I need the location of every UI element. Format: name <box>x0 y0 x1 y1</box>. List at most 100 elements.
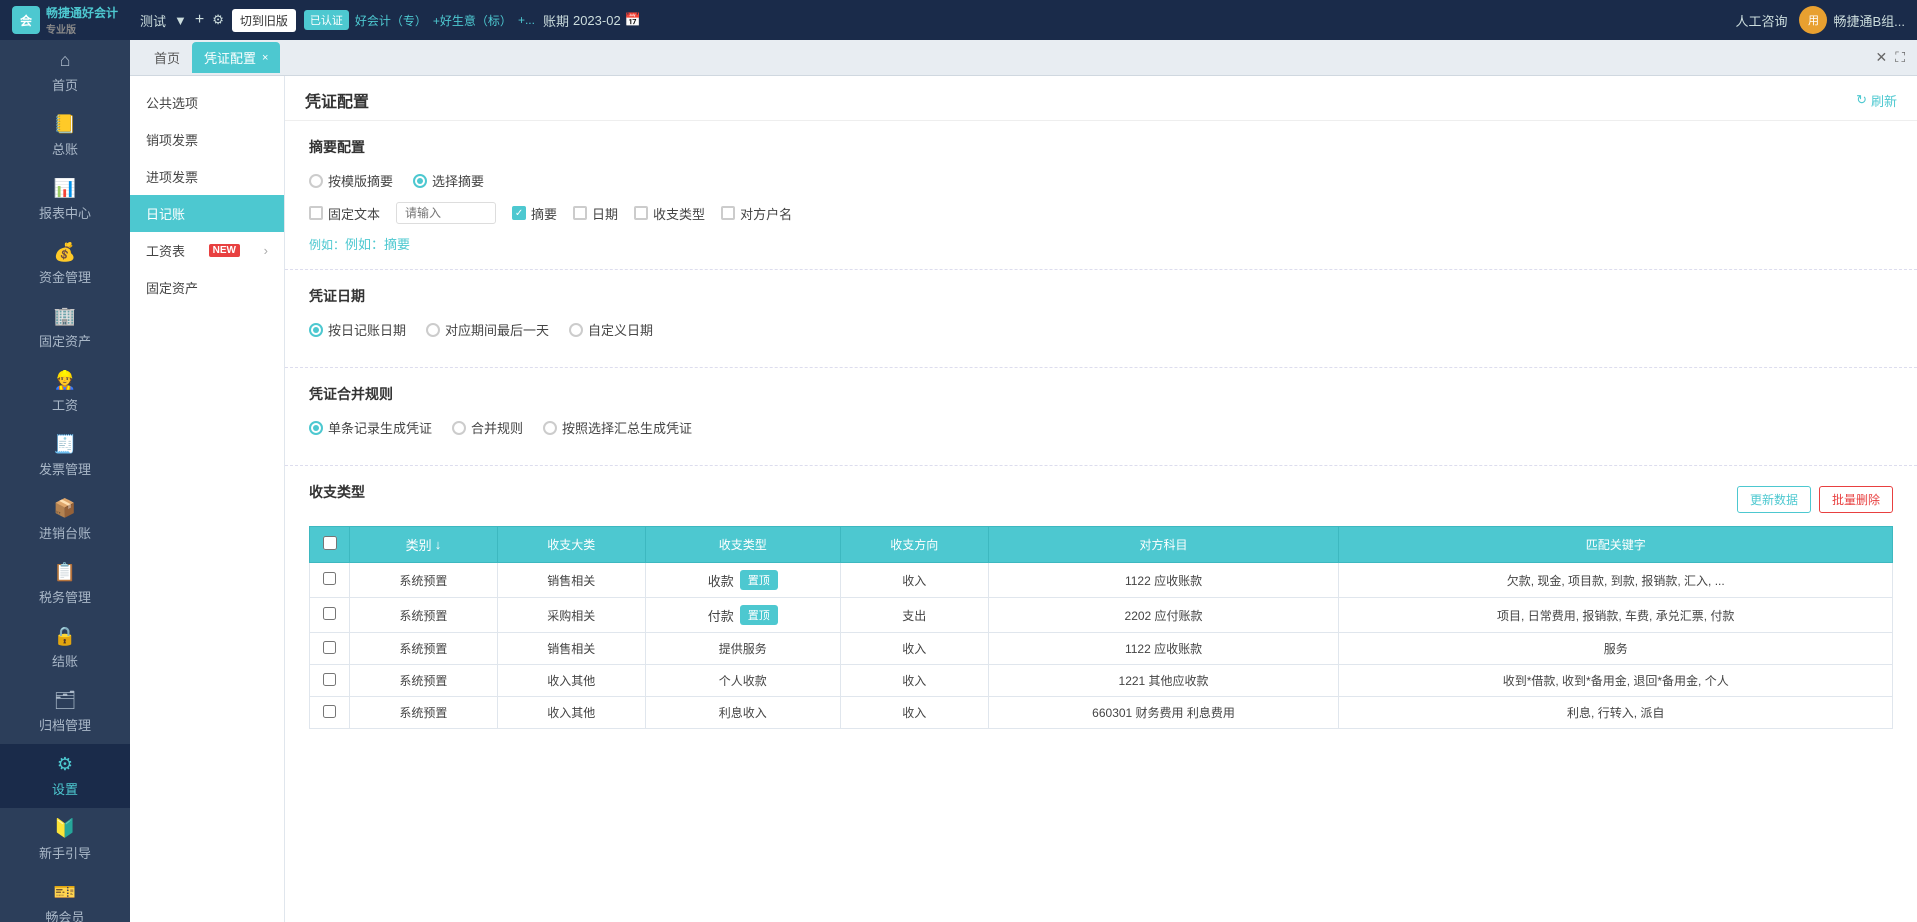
row-checkbox-3[interactable] <box>323 641 336 654</box>
consult-link[interactable]: 人工咨询 <box>1735 11 1787 30</box>
switch-version-button[interactable]: 切到旧版 <box>232 9 296 32</box>
th-category[interactable]: 类别↓ <box>350 527 498 563</box>
sidebar-item-invoice[interactable]: 🧾 发票管理 <box>0 424 130 488</box>
sidebar-item-tax[interactable]: 📋 税务管理 <box>0 552 130 616</box>
td-category-5: 系统预置 <box>350 697 498 729</box>
sidebar-item-ledger[interactable]: 📒 总账 <box>0 104 130 168</box>
sidebar-label-tax: 税务管理 <box>39 587 91 606</box>
logo: 会 畅捷通好会计 专业版 <box>12 4 132 36</box>
td-account-4: 1221 其他应收款 <box>988 665 1339 697</box>
checkbox-counterparty[interactable]: 对方户名 <box>721 204 792 223</box>
payroll-icon: 👷 <box>54 370 76 391</box>
income-table: 类别↓ 收支大类 收支类型 收支方向 对方科目 匹配关键字 系 <box>309 526 1893 729</box>
fixed-text-input[interactable] <box>396 202 496 224</box>
refresh-button[interactable]: ↻ 刷新 <box>1856 91 1897 110</box>
sidebar-label-archive: 归档管理 <box>39 715 91 734</box>
td-major-5: 收入其他 <box>497 697 645 729</box>
radio-select-summary[interactable]: 选择摘要 <box>413 171 484 190</box>
sidebar-item-purchase[interactable]: 📦 进销台账 <box>0 488 130 552</box>
sidebar-label-payroll: 工资 <box>52 395 78 414</box>
th-keywords: 匹配关键字 <box>1339 527 1893 563</box>
radio-single-record[interactable]: 单条记录生成凭证 <box>309 418 432 437</box>
add-button[interactable]: + <box>195 11 204 29</box>
th-counterparty-account: 对方科目 <box>988 527 1339 563</box>
radio-period-last-day[interactable]: 对应期间最后一天 <box>426 320 549 339</box>
radio-template-summary[interactable]: 按模版摘要 <box>309 171 393 190</box>
left-nav-public[interactable]: 公共选项 <box>130 84 284 121</box>
radio-aggregate[interactable]: 按照选择汇总生成凭证 <box>543 418 692 437</box>
radio-merge-rule[interactable]: 合并规则 <box>452 418 523 437</box>
checkbox-fixed-text[interactable]: 固定文本 <box>309 204 380 223</box>
calendar-icon[interactable]: 📅 <box>625 12 641 28</box>
td-account-3: 1122 应收账款 <box>988 633 1339 665</box>
summary-checkbox-row: 固定文本 ✓ 摘要 日期 收支类型 <box>309 202 1893 224</box>
sidebar-item-settings[interactable]: ⚙ 设置 <box>0 744 130 808</box>
sidebar-item-member[interactable]: 🎫 畅会员 <box>0 872 130 922</box>
sidebar-item-funds[interactable]: 💰 资金管理 <box>0 232 130 296</box>
close-window-icon[interactable]: ✕ <box>1875 49 1887 66</box>
logo-icon: 会 <box>12 6 40 34</box>
reports-icon: 📊 <box>54 178 76 199</box>
radio-journal-date[interactable]: 按日记账日期 <box>309 320 406 339</box>
td-category-4: 系统预置 <box>350 665 498 697</box>
checkbox-date[interactable]: 日期 <box>573 204 618 223</box>
sidebar-item-reports[interactable]: 📊 报表中心 <box>0 168 130 232</box>
td-account-1: 1122 应收账款 <box>988 563 1339 598</box>
funds-icon: 💰 <box>54 242 76 263</box>
row-checkbox-4[interactable] <box>323 673 336 686</box>
th-checkbox[interactable] <box>310 527 350 563</box>
settings-icon[interactable]: ⚙ <box>212 12 224 28</box>
settings-sidebar-icon: ⚙ <box>57 754 73 775</box>
radio-custom-date[interactable]: 自定义日期 <box>569 320 653 339</box>
sidebar-item-payroll[interactable]: 👷 工资 <box>0 360 130 424</box>
sidebar-label-assets: 固定资产 <box>39 331 91 350</box>
radio-circle-1 <box>309 174 323 188</box>
badge-1: 好会计（专） <box>355 12 427 29</box>
td-checkbox-4[interactable] <box>310 665 350 697</box>
closing-icon: 🔒 <box>54 626 76 647</box>
sidebar-item-closing[interactable]: 🔒 结账 <box>0 616 130 680</box>
select-all-checkbox[interactable] <box>323 536 337 550</box>
td-checkbox-2[interactable] <box>310 598 350 633</box>
row-checkbox-2[interactable] <box>323 607 336 620</box>
user-avatar-area[interactable]: 用 畅捷通B组... <box>1799 6 1905 34</box>
radio-circle-2 <box>413 174 427 188</box>
checkbox-box-summary: ✓ <box>512 206 526 220</box>
chevron-down-icon: › <box>264 243 268 258</box>
row-checkbox-5[interactable] <box>323 705 336 718</box>
right-panel: 凭证配置 ↻ 刷新 摘要配置 按模版摘要 <box>285 76 1917 922</box>
left-nav-fixed-assets[interactable]: 固定资产 <box>130 269 284 306</box>
update-data-button[interactable]: 更新数据 <box>1737 486 1811 513</box>
radio-circle-aggregate <box>543 421 557 435</box>
sidebar-item-home[interactable]: ⌂ 首页 <box>0 40 130 104</box>
td-checkbox-1[interactable] <box>310 563 350 598</box>
sidebar-item-guide[interactable]: 🔰 新手引导 <box>0 808 130 872</box>
td-keywords-2: 项目, 日常费用, 报销款, 车费, 承兑汇票, 付款 <box>1339 598 1893 633</box>
left-nav-journal[interactable]: 日记账 <box>130 195 284 232</box>
summary-title: 摘要配置 <box>309 137 1893 157</box>
td-type-5: 利息收入 <box>645 697 840 729</box>
left-nav-sales-invoice[interactable]: 销项发票 <box>130 121 284 158</box>
td-checkbox-5[interactable] <box>310 697 350 729</box>
maximize-window-icon[interactable]: ⛶ <box>1895 49 1905 66</box>
sidebar-item-assets[interactable]: 🏢 固定资产 <box>0 296 130 360</box>
tab-voucher-config[interactable]: 凭证配置 × <box>192 42 280 73</box>
left-nav-payroll-sheet[interactable]: 工资表 NEW › <box>130 232 284 269</box>
tab-close-icon[interactable]: × <box>262 52 268 64</box>
td-checkbox-3[interactable] <box>310 633 350 665</box>
td-direction-4: 收入 <box>840 665 988 697</box>
radio-circle-journal <box>309 323 323 337</box>
sidebar-item-archive[interactable]: 🗂 归档管理 <box>0 680 130 744</box>
checkbox-summary[interactable]: ✓ 摘要 <box>512 204 557 223</box>
sidebar-label-purchase: 进销台账 <box>39 523 91 542</box>
th-income-type: 收支类型 <box>645 527 840 563</box>
checkbox-income-type[interactable]: 收支类型 <box>634 204 705 223</box>
tab-home[interactable]: 首页 <box>142 42 192 73</box>
top-tag-2[interactable]: 置顶 <box>740 605 778 625</box>
td-direction-3: 收入 <box>840 633 988 665</box>
top-tag-1[interactable]: 置顶 <box>740 570 778 590</box>
left-nav-purchase-invoice[interactable]: 进项发票 <box>130 158 284 195</box>
company-dropdown-icon[interactable]: ▼ <box>174 13 187 28</box>
batch-delete-button[interactable]: 批量删除 <box>1819 486 1893 513</box>
row-checkbox-1[interactable] <box>323 572 336 585</box>
